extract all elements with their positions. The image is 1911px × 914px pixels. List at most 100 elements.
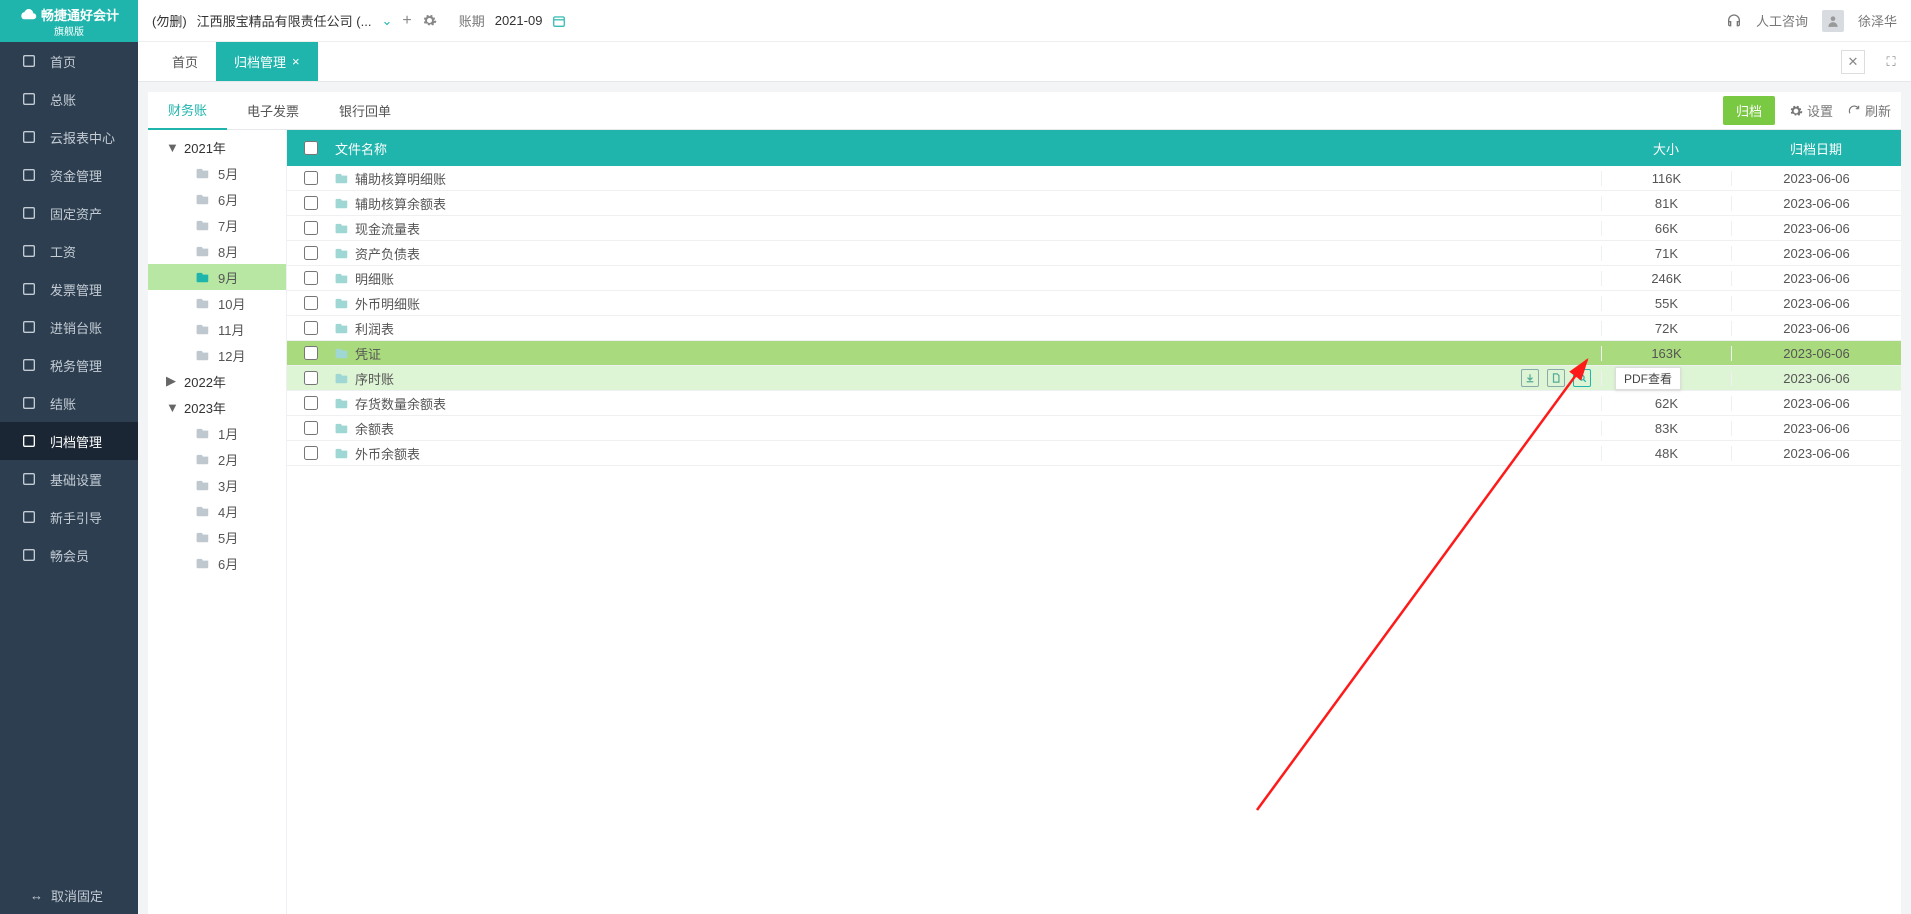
close-all-button[interactable]: ✕ [1841,50,1865,74]
row-checkbox[interactable] [304,171,318,185]
file-name: 余额表 [355,419,394,438]
table-row[interactable]: 资产负债表71K2023-06-06 [287,241,1901,266]
tree-year[interactable]: ▼2021年 [148,134,286,160]
tree-month[interactable]: 6月 [148,550,286,576]
folder-icon [196,479,210,491]
table-row[interactable]: 明细账246K2023-06-06 [287,266,1901,291]
nav-item-10[interactable]: 归档管理 [0,422,138,460]
table-row[interactable]: 存货数量余额表62K2023-06-06 [287,391,1901,416]
plus-icon[interactable]: + [402,12,411,30]
sidebar: 畅捷通好会计 旗舰版 首页总账云报表中心资金管理固定资产工资发票管理进销台账税务… [0,0,138,914]
nav-item-11[interactable]: 基础设置 [0,460,138,498]
file-name: 存货数量余额表 [355,394,446,413]
tree-month[interactable]: 7月 [148,212,286,238]
nav-item-5[interactable]: 工资 [0,232,138,270]
settings-link[interactable]: 设置 [1789,101,1833,120]
user-name[interactable]: 徐泽华 [1858,11,1897,30]
subtab[interactable]: 财务账 [148,92,227,130]
row-checkbox[interactable] [304,346,318,360]
calendar-icon[interactable] [552,14,566,28]
tree-month[interactable]: 11月 [148,316,286,342]
file-name: 辅助核算余额表 [355,194,446,213]
table-row[interactable]: 现金流量表66K2023-06-06 [287,216,1901,241]
nav-item-6[interactable]: 发票管理 [0,270,138,308]
tree-month[interactable]: 8月 [148,238,286,264]
tree-month[interactable]: 5月 [148,160,286,186]
tree-month[interactable]: 12月 [148,342,286,368]
row-checkbox[interactable] [304,321,318,335]
tab[interactable]: 首页 [154,42,216,81]
row-checkbox[interactable] [304,271,318,285]
folder-icon [196,427,210,439]
preview-icon[interactable] [1573,369,1591,387]
subtab[interactable]: 银行回单 [319,92,411,130]
tree-month[interactable]: 2月 [148,446,286,472]
tree-month[interactable]: 5月 [148,524,286,550]
nav-item-12[interactable]: 新手引导 [0,498,138,536]
nav-item-4[interactable]: 固定资产 [0,194,138,232]
nav-label: 税务管理 [50,356,102,375]
download-icon[interactable] [1521,369,1539,387]
tree-month[interactable]: 9月 [148,264,286,290]
subtab[interactable]: 电子发票 [227,92,319,130]
nav-label: 归档管理 [50,432,102,451]
tree-year[interactable]: ▼2023年 [148,394,286,420]
tree-year[interactable]: ▶2022年 [148,368,286,394]
nav-label: 结账 [50,394,76,413]
gear-icon [20,470,38,488]
row-checkbox[interactable] [304,196,318,210]
archive-button[interactable]: 归档 [1723,96,1775,125]
nav-label: 资金管理 [50,166,102,185]
table-row[interactable]: 利润表72K2023-06-06 [287,316,1901,341]
nav-item-8[interactable]: 税务管理 [0,346,138,384]
pdf-icon[interactable] [1547,369,1565,387]
refresh-link[interactable]: 刷新 [1847,101,1891,120]
tree-month[interactable]: 1月 [148,420,286,446]
nav-item-2[interactable]: 云报表中心 [0,118,138,156]
fullscreen-button[interactable]: ⛶ [1879,50,1903,74]
pin-toggle[interactable]: ↔ 取消固定 [0,876,138,914]
table-row[interactable]: 辅助核算明细账116K2023-06-06 [287,166,1901,191]
table-row[interactable]: 序时账PDF查看13K2023-06-06 [287,366,1901,391]
nav-item-9[interactable]: 结账 [0,384,138,422]
tree-month[interactable]: 10月 [148,290,286,316]
avatar[interactable] [1822,10,1844,32]
file-size: 246K [1601,271,1731,286]
nav-label: 新手引导 [50,508,102,527]
nav-item-0[interactable]: 首页 [0,42,138,80]
company-selector[interactable]: 江西服宝精品有限责任公司 (... [197,11,372,30]
row-checkbox[interactable] [304,421,318,435]
period-value[interactable]: 2021-09 [495,13,543,28]
tree-month[interactable]: 4月 [148,498,286,524]
row-checkbox[interactable] [304,396,318,410]
asset-icon [20,204,38,222]
row-checkbox[interactable] [304,296,318,310]
tab[interactable]: 归档管理× [216,42,318,81]
table-row[interactable]: 余额表83K2023-06-06 [287,416,1901,441]
book-icon [20,318,38,336]
file-size: 66K [1601,221,1731,236]
tree-month[interactable]: 3月 [148,472,286,498]
gear-icon[interactable] [422,13,437,28]
row-checkbox[interactable] [304,221,318,235]
table-row[interactable]: 凭证163K2023-06-06 [287,341,1901,366]
cloud-icon [19,7,37,21]
nav-item-7[interactable]: 进销台账 [0,308,138,346]
nav-item-3[interactable]: 资金管理 [0,156,138,194]
row-checkbox[interactable] [304,246,318,260]
table: 文件名称 大小 归档日期 辅助核算明细账116K2023-06-06辅助核算余额… [287,130,1901,914]
consult-link[interactable]: 人工咨询 [1756,11,1808,30]
close-icon[interactable]: × [292,54,300,69]
file-name: 外币余额表 [355,444,420,463]
nav-item-1[interactable]: 总账 [0,80,138,118]
tree-month[interactable]: 6月 [148,186,286,212]
nav-item-13[interactable]: 畅会员 [0,536,138,574]
row-checkbox[interactable] [304,371,318,385]
row-checkbox[interactable] [304,446,318,460]
select-all-checkbox[interactable] [304,141,318,155]
table-row[interactable]: 辅助核算余额表81K2023-06-06 [287,191,1901,216]
folder-icon [196,219,210,231]
table-row[interactable]: 外币明细账55K2023-06-06 [287,291,1901,316]
table-row[interactable]: 外币余额表48K2023-06-06 [287,441,1901,466]
chevron-down-icon[interactable]: ⌄ [381,13,392,29]
